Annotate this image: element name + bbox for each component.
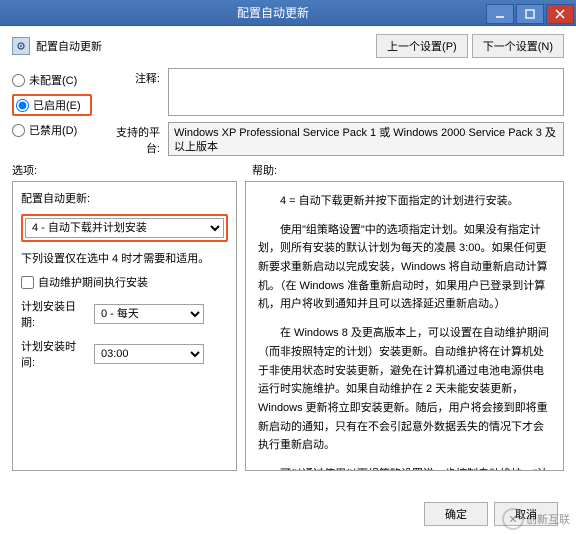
help-paragraph: 4 = 自动下载更新并按下面指定的计划进行安装。 — [258, 192, 551, 211]
options-heading: 选项: — [12, 162, 242, 178]
prev-setting-button[interactable]: 上一个设置(P) — [376, 34, 468, 58]
help-paragraph: 使用"组策略设置"中的选项指定计划。如果没有指定计划，则所有安装的默认计划为每天… — [258, 221, 551, 314]
radio-not-configured-label: 未配置(C) — [29, 72, 77, 88]
platform-value: Windows XP Professional Service Pack 1 或… — [168, 122, 564, 156]
page-heading: 配置自动更新 — [36, 38, 102, 54]
options-hint: 下列设置仅在选中 4 时才需要和适用。 — [21, 250, 228, 266]
comment-input[interactable] — [168, 68, 564, 116]
radio-enabled-input[interactable] — [16, 99, 29, 112]
radio-enabled-label: 已启用(E) — [33, 97, 81, 113]
radio-enabled[interactable]: 已启用(E) — [12, 94, 92, 116]
gear-icon — [12, 37, 30, 55]
maintenance-checkbox-label: 自动维护期间执行安装 — [38, 274, 148, 290]
maintenance-checkbox[interactable] — [21, 276, 34, 289]
configure-update-highlight: 4 - 自动下载并计划安装 — [21, 214, 228, 242]
window-controls — [486, 2, 576, 24]
dialog-footer: 确定 取消 — [424, 502, 558, 526]
window-title: 配置自动更新 — [60, 4, 486, 21]
maximize-button[interactable] — [516, 4, 544, 24]
install-day-label: 计划安装日期: — [21, 298, 86, 330]
install-time-label: 计划安装时间: — [21, 338, 86, 370]
configure-update-label: 配置自动更新: — [21, 190, 228, 206]
options-pane: 配置自动更新: 4 - 自动下载并计划安装 下列设置仅在选中 4 时才需要和适用… — [12, 181, 237, 471]
next-setting-button[interactable]: 下一个设置(N) — [472, 34, 564, 58]
platform-label: 支持的平台: — [106, 122, 160, 156]
help-paragraph: 可以通过使用以下组策略设置进一步控制自动维护："计算机配置" > "管理模板" … — [258, 465, 551, 471]
close-button[interactable] — [546, 4, 574, 24]
help-pane[interactable]: 4 = 自动下载更新并按下面指定的计划进行安装。 使用"组策略设置"中的选项指定… — [245, 181, 564, 471]
help-heading: 帮助: — [242, 162, 277, 178]
maintenance-checkbox-row[interactable]: 自动维护期间执行安装 — [21, 274, 228, 290]
ok-button[interactable]: 确定 — [424, 502, 488, 526]
radio-disabled-input[interactable] — [12, 124, 25, 137]
install-day-select[interactable]: 0 - 每天 — [94, 304, 204, 324]
configure-update-select[interactable]: 4 - 自动下载并计划安装 — [25, 218, 224, 238]
title-bar: 配置自动更新 — [0, 0, 576, 26]
comment-label: 注释: — [106, 68, 160, 116]
install-time-select[interactable]: 03:00 — [94, 344, 204, 364]
help-paragraph: 在 Windows 8 及更高版本上，可以设置在自动维护期间（而非按照特定的计划… — [258, 324, 551, 455]
minimize-button[interactable] — [486, 4, 514, 24]
radio-not-configured[interactable]: 未配置(C) — [12, 72, 92, 88]
cancel-button[interactable]: 取消 — [494, 502, 558, 526]
radio-disabled[interactable]: 已禁用(D) — [12, 122, 92, 138]
radio-not-configured-input[interactable] — [12, 74, 25, 87]
radio-disabled-label: 已禁用(D) — [29, 122, 77, 138]
